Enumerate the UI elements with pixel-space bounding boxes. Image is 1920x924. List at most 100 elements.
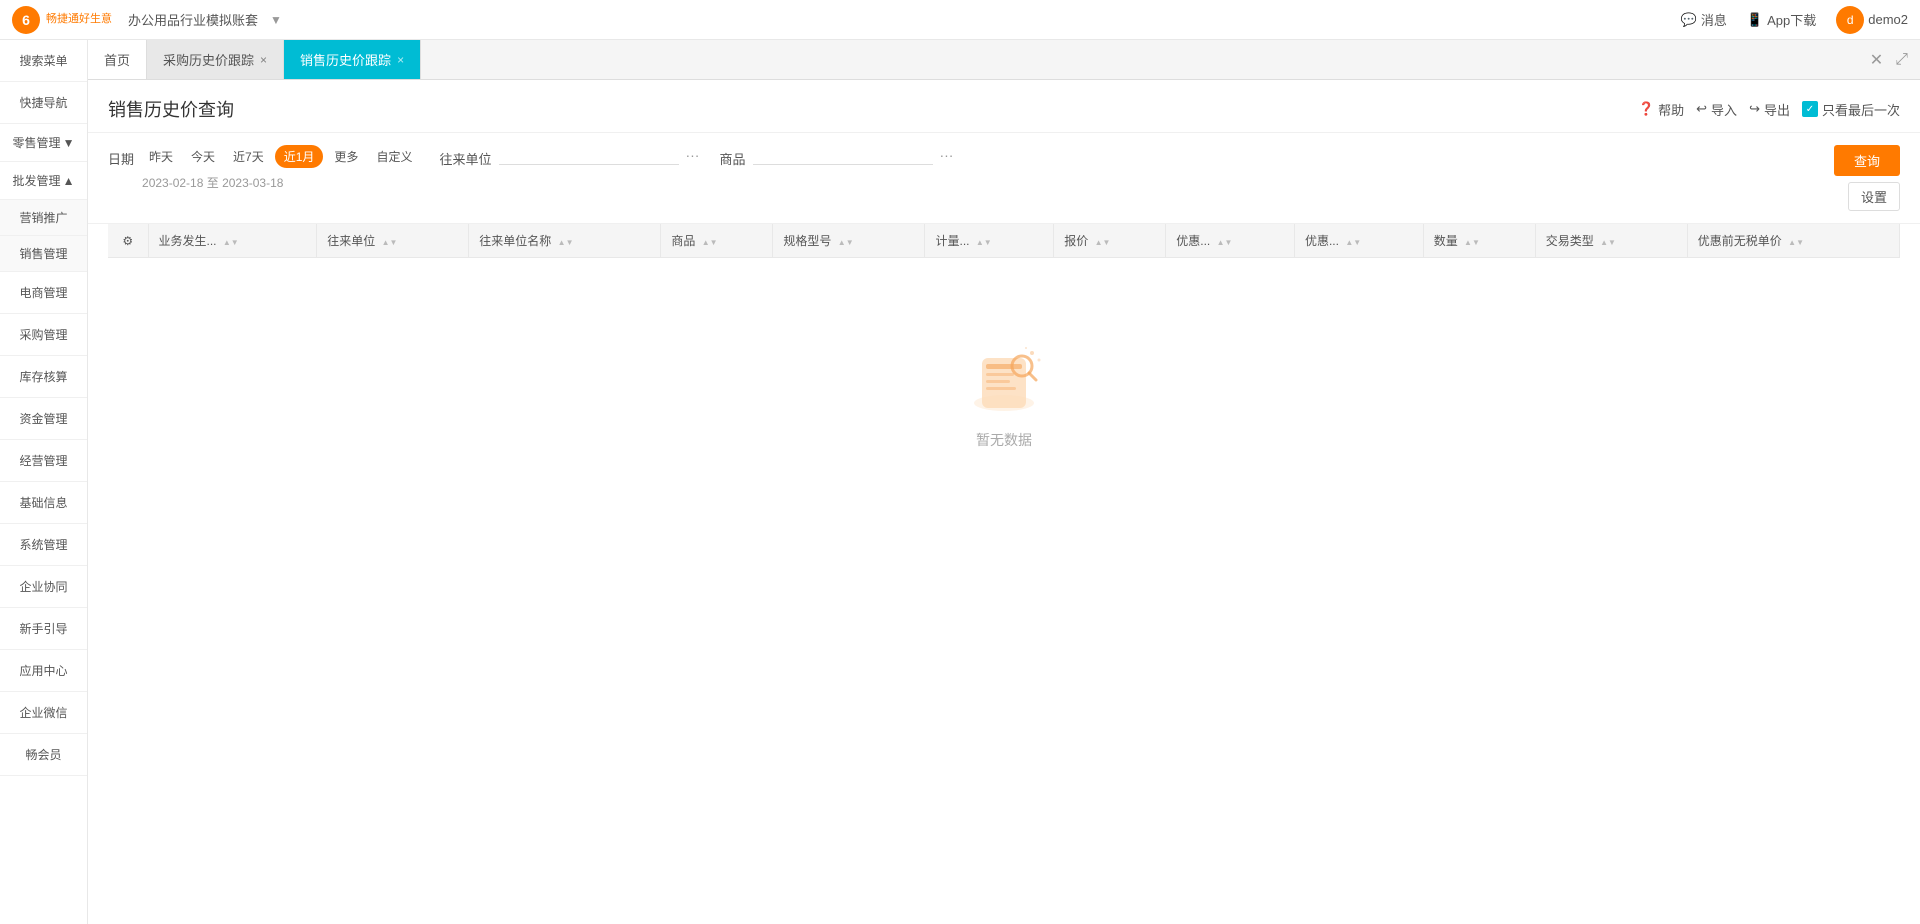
partner-label: 往来单位 bbox=[439, 145, 491, 168]
sidebar-item-search[interactable]: 搜索菜单 bbox=[0, 40, 87, 82]
tab-purchase-history[interactable]: 采购历史价跟踪 × bbox=[147, 40, 284, 79]
table-container: ⚙ 业务发生... ▲▼ 往来单位 ▲▼ 往来单位名称 bbox=[88, 224, 1920, 258]
logo-char: 6 bbox=[22, 12, 30, 28]
tab-home[interactable]: 首页 bbox=[88, 40, 147, 79]
only-last-label: 只看最后一次 bbox=[1822, 100, 1900, 119]
date-btn-more[interactable]: 更多 bbox=[327, 145, 365, 168]
sort-icons: ▲▼ bbox=[1345, 239, 1361, 247]
sidebar-item-wholesale[interactable]: 批发管理 ▲ bbox=[0, 162, 87, 200]
sidebar-item-guide[interactable]: 新手引导 bbox=[0, 608, 87, 650]
checkbox-icon: ✓ bbox=[1802, 101, 1818, 117]
title-dropdown-icon[interactable]: ▼ bbox=[270, 13, 282, 27]
date-btn-custom[interactable]: 自定义 bbox=[369, 145, 419, 168]
sidebar-item-label: 快捷导航 bbox=[4, 94, 83, 111]
query-button[interactable]: 查询 bbox=[1834, 145, 1900, 176]
content-area: 首页 采购历史价跟踪 × 销售历史价跟踪 × ✕ ⤢ 销售历史价查询 bbox=[88, 40, 1920, 924]
date-btn-row: 昨天 今天 近7天 近1月 更多 自定义 bbox=[142, 145, 419, 168]
th-partner-code[interactable]: 往来单位 ▲▼ bbox=[317, 224, 469, 258]
sidebar-item-ecommerce[interactable]: 电商管理 bbox=[0, 272, 87, 314]
th-pre-tax[interactable]: 优惠前无税单价 ▲▼ bbox=[1687, 224, 1899, 258]
tab-expand-button[interactable]: ⤢ bbox=[1891, 47, 1912, 73]
download-icon: 📱 bbox=[1747, 12, 1763, 28]
sidebar-item-app-center[interactable]: 应用中心 bbox=[0, 650, 87, 692]
th-discount2[interactable]: 优惠... ▲▼ bbox=[1294, 224, 1423, 258]
sort-icons: ▲▼ bbox=[1788, 239, 1804, 247]
sidebar-item-inventory[interactable]: 库存核算 bbox=[0, 356, 87, 398]
user-avatar-button[interactable]: d demo2 bbox=[1836, 6, 1908, 34]
th-spec[interactable]: 规格型号 ▲▼ bbox=[773, 224, 925, 258]
th-partner-name[interactable]: 往来单位名称 ▲▼ bbox=[469, 224, 661, 258]
sidebar-item-label: 经营管理 bbox=[4, 452, 83, 469]
help-label: 帮助 bbox=[1658, 100, 1684, 119]
tab-purchase-history-close[interactable]: × bbox=[260, 53, 267, 67]
page-title: 销售历史价查询 bbox=[108, 96, 234, 122]
gear-icon: ⚙ bbox=[122, 234, 133, 248]
wholesale-submenu: 营销推广 销售管理 bbox=[0, 200, 87, 272]
th-quote[interactable]: 报价 ▲▼ bbox=[1054, 224, 1166, 258]
sidebar-item-label: 零售管理 bbox=[13, 134, 61, 151]
sidebar-item-label: 库存核算 bbox=[4, 368, 83, 385]
sort-icons: ▲▼ bbox=[1095, 239, 1111, 247]
export-button[interactable]: ↪ 导出 bbox=[1749, 100, 1790, 119]
sidebar-item-enterprise[interactable]: 企业协同 bbox=[0, 566, 87, 608]
sidebar-item-label: 基础信息 bbox=[4, 494, 83, 511]
date-btn-1month[interactable]: 近1月 bbox=[275, 145, 324, 168]
sidebar-item-finance[interactable]: 资金管理 bbox=[0, 398, 87, 440]
date-label: 日期 bbox=[108, 145, 134, 168]
date-btn-yesterday[interactable]: 昨天 bbox=[142, 145, 180, 168]
sidebar-item-retail[interactable]: 零售管理 ▼ bbox=[0, 124, 87, 162]
settings-button[interactable]: 设置 bbox=[1848, 182, 1900, 211]
import-button[interactable]: ↩ 导入 bbox=[1696, 100, 1737, 119]
app-title: 办公用品行业模拟账套 bbox=[128, 10, 258, 29]
th-discount1[interactable]: 优惠... ▲▼ bbox=[1166, 224, 1295, 258]
tab-close-all-button[interactable]: ✕ bbox=[1866, 46, 1887, 74]
app-download-label: App下载 bbox=[1767, 10, 1816, 29]
sort-icons: ▲▼ bbox=[976, 239, 992, 247]
goods-input[interactable] bbox=[753, 145, 933, 165]
sidebar-item-label: 系统管理 bbox=[4, 536, 83, 553]
sidebar-item-label: 营销推广 bbox=[19, 211, 67, 225]
message-label: 消息 bbox=[1701, 10, 1727, 29]
th-unit[interactable]: 计量... ▲▼ bbox=[925, 224, 1054, 258]
sidebar-item-quick-nav[interactable]: 快捷导航 bbox=[0, 82, 87, 124]
username-label: demo2 bbox=[1868, 12, 1908, 27]
help-button[interactable]: ❓ 帮助 bbox=[1638, 100, 1684, 119]
partner-dots-button[interactable]: ··· bbox=[685, 147, 699, 163]
sort-icons: ▲▼ bbox=[1217, 239, 1233, 247]
wholesale-expand-icon: ▲ bbox=[63, 174, 75, 188]
sidebar-item-system[interactable]: 系统管理 bbox=[0, 524, 87, 566]
sort-icons: ▲▼ bbox=[838, 239, 854, 247]
date-btn-today[interactable]: 今天 bbox=[184, 145, 222, 168]
date-btns: 昨天 今天 近7天 近1月 更多 自定义 2023-02-18 至 2023-0… bbox=[142, 145, 419, 191]
data-table: ⚙ 业务发生... ▲▼ 往来单位 ▲▼ 往来单位名称 bbox=[108, 224, 1900, 258]
sidebar-item-label: 搜索菜单 bbox=[4, 52, 83, 69]
sidebar-item-label: 资金管理 bbox=[4, 410, 83, 427]
help-icon: ❓ bbox=[1638, 101, 1654, 117]
th-biz-date[interactable]: 业务发生... ▲▼ bbox=[148, 224, 317, 258]
app-download-button[interactable]: 📱 App下载 bbox=[1747, 10, 1816, 29]
sidebar: 搜索菜单 快捷导航 零售管理 ▼ 批发管理 ▲ 营销推广 销售管理 电商管理 采… bbox=[0, 40, 88, 924]
sidebar-item-label: 销售管理 bbox=[19, 247, 67, 261]
tab-sales-history[interactable]: 销售历史价跟踪 × bbox=[284, 40, 421, 79]
sidebar-item-purchase[interactable]: 采购管理 bbox=[0, 314, 87, 356]
th-goods[interactable]: 商品 ▲▼ bbox=[661, 224, 773, 258]
sidebar-item-marketing[interactable]: 营销推广 bbox=[0, 200, 87, 236]
tab-home-label: 首页 bbox=[104, 50, 130, 69]
date-btn-7days[interactable]: 近7天 bbox=[226, 145, 271, 168]
sidebar-item-basic-info[interactable]: 基础信息 bbox=[0, 482, 87, 524]
tab-sales-history-close[interactable]: × bbox=[397, 53, 404, 67]
sidebar-item-operations[interactable]: 经营管理 bbox=[0, 440, 87, 482]
sidebar-item-member[interactable]: 畅会员 bbox=[0, 734, 87, 776]
message-button[interactable]: 💬 消息 bbox=[1681, 10, 1727, 29]
sort-icons: ▲▼ bbox=[1464, 239, 1480, 247]
th-gear[interactable]: ⚙ bbox=[108, 224, 148, 258]
sidebar-item-sales-mgmt[interactable]: 销售管理 bbox=[0, 236, 87, 272]
sidebar-item-label: 批发管理 bbox=[13, 172, 61, 189]
partner-input[interactable] bbox=[499, 145, 679, 165]
th-quantity[interactable]: 数量 ▲▼ bbox=[1423, 224, 1535, 258]
only-last-checkbox[interactable]: ✓ 只看最后一次 bbox=[1802, 100, 1900, 119]
th-trade-type[interactable]: 交易类型 ▲▼ bbox=[1535, 224, 1687, 258]
goods-dots-button[interactable]: ··· bbox=[939, 147, 953, 163]
export-label: 导出 bbox=[1764, 100, 1790, 119]
sidebar-item-wechat[interactable]: 企业微信 bbox=[0, 692, 87, 734]
